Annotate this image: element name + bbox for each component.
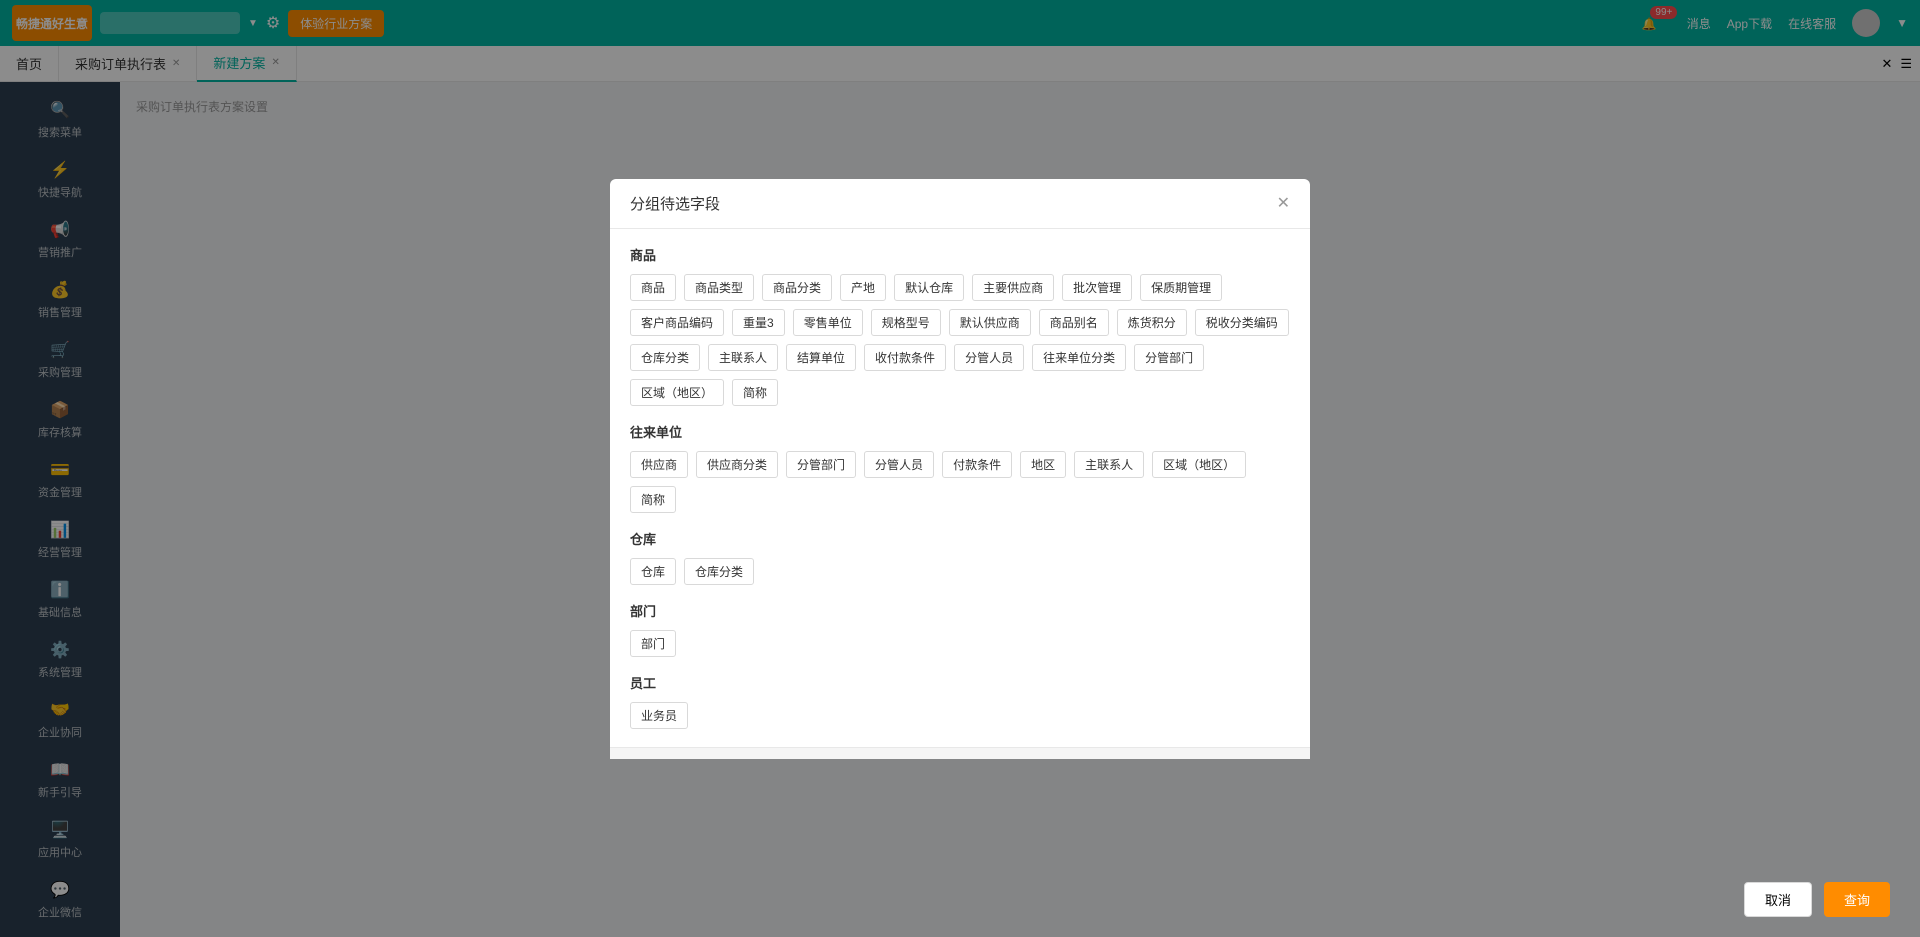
section-partners: 往来单位 供应商 供应商分类 分管部门 分管人员 付款条件 地区 主联系人 区域… [630,422,1290,513]
field-tag[interactable]: 重量3 [732,309,785,336]
field-tag[interactable]: 供应商分类 [696,451,778,478]
modal-overlay: 分组待选字段 ✕ 商品 商品 商品类型 商品分类 产地 默认仓库 主要供应商 批… [0,0,1920,937]
field-tag[interactable]: 商品分类 [762,274,832,301]
field-tag[interactable]: 零售单位 [793,309,863,336]
field-tag[interactable]: 简称 [630,486,676,513]
field-tag[interactable]: 简称 [732,379,778,406]
section-goods-grid: 商品 商品类型 商品分类 产地 默认仓库 主要供应商 批次管理 保质期管理 客户… [630,274,1290,406]
confirm-button[interactable]: 查询 [1824,882,1890,917]
field-tag[interactable]: 产地 [840,274,886,301]
field-tag[interactable]: 商品别名 [1039,309,1109,336]
field-tag[interactable]: 炼货积分 [1117,309,1187,336]
field-tag[interactable]: 客户商品编码 [630,309,724,336]
modal-body: 商品 商品 商品类型 商品分类 产地 默认仓库 主要供应商 批次管理 保质期管理… [610,229,1310,748]
field-tag[interactable]: 默认供应商 [949,309,1031,336]
field-tag[interactable]: 默认仓库 [894,274,964,301]
field-tag[interactable]: 供应商 [630,451,688,478]
field-tag[interactable]: 分管人员 [864,451,934,478]
section-goods-title: 商品 [630,245,1290,264]
cancel-button[interactable]: 取消 [1744,882,1812,917]
section-employee: 员工 业务员 [630,673,1290,729]
modal-close-button[interactable]: ✕ [1277,193,1290,213]
section-department-title: 部门 [630,601,1290,620]
modal-header: 分组待选字段 ✕ [610,179,1310,229]
field-tag[interactable]: 区域（地区） [1152,451,1246,478]
field-tag[interactable]: 税收分类编码 [1195,309,1289,336]
field-tag[interactable]: 主要供应商 [972,274,1054,301]
section-goods: 商品 商品 商品类型 商品分类 产地 默认仓库 主要供应商 批次管理 保质期管理… [630,245,1290,406]
section-department-grid: 部门 [630,630,1290,657]
field-select-modal: 分组待选字段 ✕ 商品 商品 商品类型 商品分类 产地 默认仓库 主要供应商 批… [610,179,1310,759]
modal-horizontal-scrollbar[interactable] [610,747,1310,758]
field-tag[interactable]: 仓库分类 [684,558,754,585]
section-warehouse: 仓库 仓库 仓库分类 [630,529,1290,585]
section-partners-title: 往来单位 [630,422,1290,441]
field-tag[interactable]: 往来单位分类 [1032,344,1126,371]
field-tag[interactable]: 部门 [630,630,676,657]
modal-title: 分组待选字段 [630,193,720,214]
field-tag[interactable]: 商品类型 [684,274,754,301]
footer-buttons: 取消 查询 [1744,882,1890,917]
field-tag[interactable]: 批次管理 [1062,274,1132,301]
field-tag[interactable]: 区域（地区） [630,379,724,406]
section-partners-grid: 供应商 供应商分类 分管部门 分管人员 付款条件 地区 主联系人 区域（地区） … [630,451,1290,513]
field-tag[interactable]: 付款条件 [942,451,1012,478]
section-employee-title: 员工 [630,673,1290,692]
field-tag[interactable]: 主联系人 [1074,451,1144,478]
section-employee-grid: 业务员 [630,702,1290,729]
field-tag[interactable]: 收付款条件 [864,344,946,371]
field-tag[interactable]: 商品 [630,274,676,301]
field-tag[interactable]: 保质期管理 [1140,274,1222,301]
field-tag[interactable]: 地区 [1020,451,1066,478]
field-tag[interactable]: 仓库分类 [630,344,700,371]
field-tag[interactable]: 主联系人 [708,344,778,371]
section-department: 部门 部门 [630,601,1290,657]
field-tag[interactable]: 规格型号 [871,309,941,336]
field-tag[interactable]: 分管人员 [954,344,1024,371]
field-tag[interactable]: 分管部门 [786,451,856,478]
section-warehouse-title: 仓库 [630,529,1290,548]
section-warehouse-grid: 仓库 仓库分类 [630,558,1290,585]
field-tag[interactable]: 结算单位 [786,344,856,371]
field-tag[interactable]: 仓库 [630,558,676,585]
field-tag-employee[interactable]: 业务员 [630,702,688,729]
field-tag[interactable]: 分管部门 [1134,344,1204,371]
